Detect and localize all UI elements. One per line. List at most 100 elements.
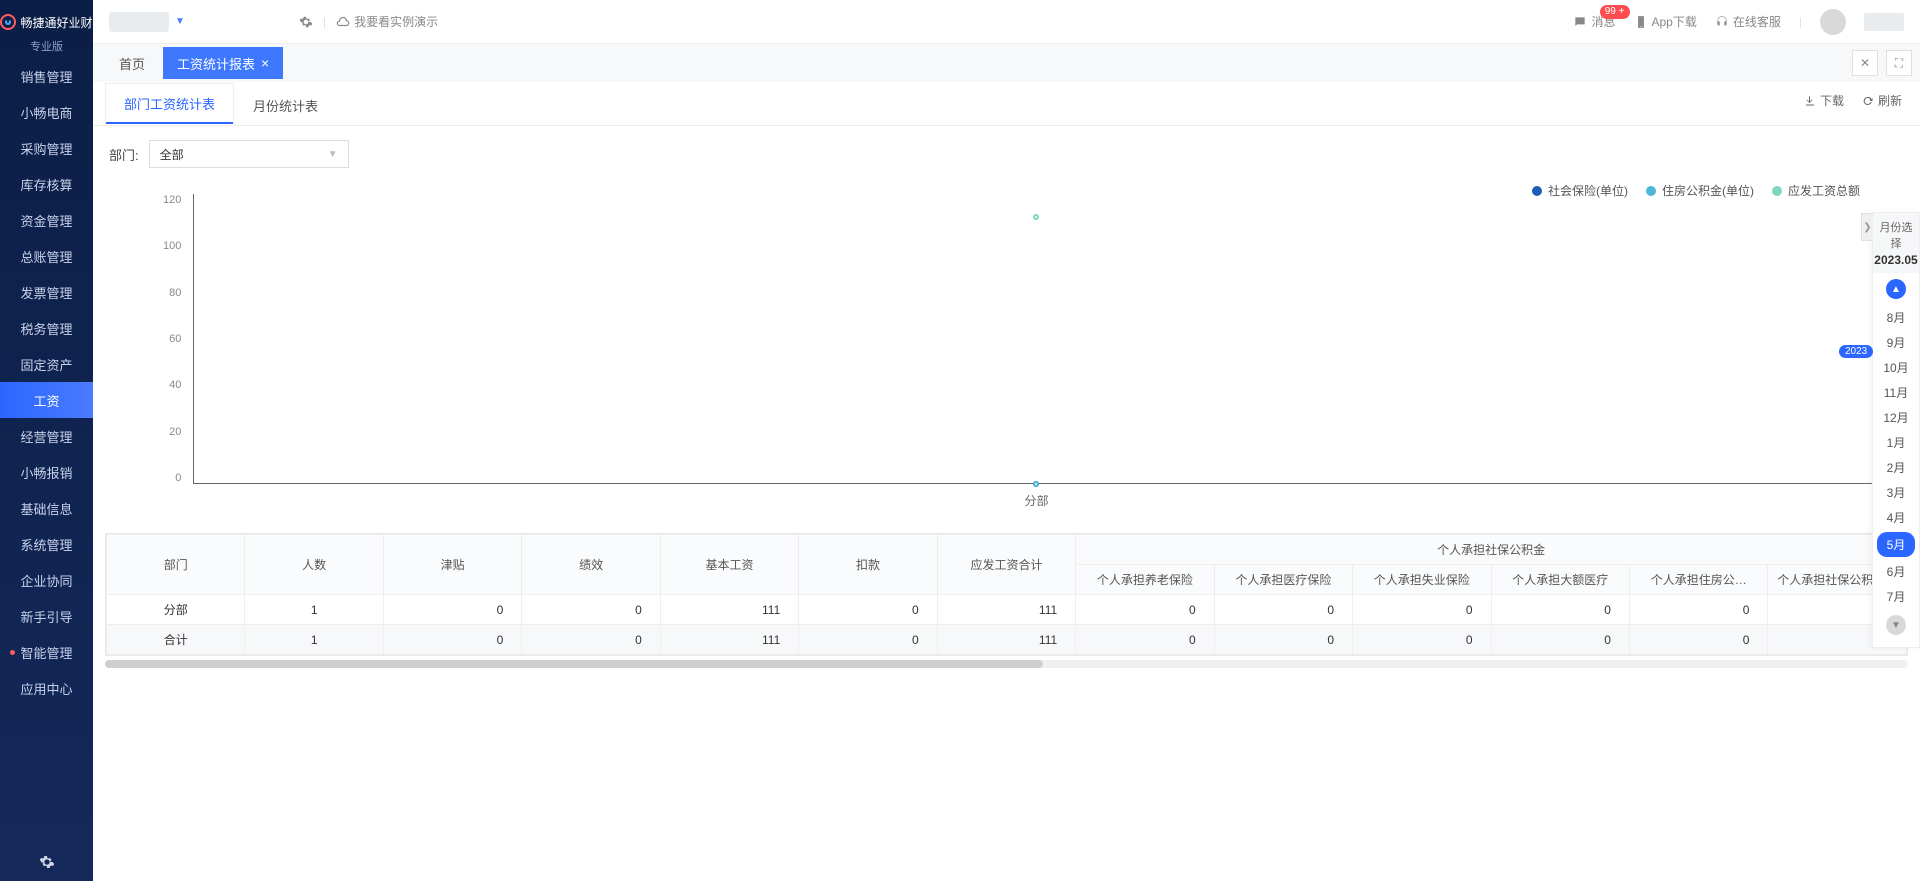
month-option[interactable]: 1月 [1873,430,1919,455]
month-option[interactable]: 11月 [1873,380,1919,405]
month-option[interactable]: 2月 [1873,455,1919,480]
sidebar-item-7[interactable]: 税务管理 [0,310,93,346]
org-settings-button[interactable] [299,15,313,29]
tab-home[interactable]: 首页 [105,47,159,79]
sidebar-menu: 销售管理小畅电商采购管理库存核算资金管理总账管理发票管理税务管理固定资产工资经营… [0,58,93,845]
report-tabs: 部门工资统计表 月份统计表 下载 刷新 [93,82,1920,126]
notification-dot-icon [10,650,15,655]
month-selector-panel: ❯ 月份选择 2023.05 ▲ 8月9月10月11月12月1月2月3月4月5月… [1872,212,1920,648]
month-option[interactable]: 6月 [1873,559,1919,584]
dept-select[interactable]: 全部 ▼ [149,140,349,168]
y-tick: 60 [169,333,181,345]
subcol-3: 个人承担大额医疗 [1491,565,1629,595]
y-tick: 40 [169,379,181,391]
table-row: 分部1001110111000000 [107,595,1907,625]
tab-month-stats[interactable]: 月份统计表 [234,85,337,125]
month-option[interactable]: 12月 [1873,405,1919,430]
sidebar-item-16[interactable]: 智能管理 [0,634,93,670]
sidebar-item-6[interactable]: 发票管理 [0,274,93,310]
y-axis: 120 100 80 60 40 20 0 [163,194,181,484]
month-option[interactable]: 3月 [1873,480,1919,505]
avatar[interactable] [1820,9,1846,35]
gear-icon [39,854,55,873]
month-option[interactable]: 8月 [1873,305,1919,330]
sidebar-item-10[interactable]: 经营管理 [0,418,93,454]
sidebar-item-17[interactable]: 应用中心 [0,670,93,706]
headset-icon [1715,15,1729,29]
mobile-icon [1634,15,1648,29]
month-panel-title: 月份选择 [1873,213,1919,253]
col-payable: 应发工资合计 [937,535,1075,595]
chart: 社会保险(单位)住房公积金(单位)应发工资总额 120100806040200 … [93,182,1920,509]
org-selector[interactable]: ▼ [109,12,289,32]
message-icon [1573,15,1587,29]
col-perf: 绩效 [522,535,660,595]
brand-logo-icon [0,14,16,30]
month-option[interactable]: 7月 [1873,584,1919,609]
dept-filter-label: 部门: [109,145,139,164]
y-tick: 120 [163,194,181,206]
download-icon [1804,95,1816,107]
messages-badge: 99 + [1600,5,1630,19]
sidebar-item-4[interactable]: 资金管理 [0,202,93,238]
sidebar-item-12[interactable]: 基础信息 [0,490,93,526]
close-icon[interactable]: × [261,56,269,70]
app-download-button[interactable]: App下载 [1634,13,1697,30]
sidebar-item-9[interactable]: 工资 [0,382,93,418]
month-option[interactable]: 10月 [1873,355,1919,380]
user-name-masked [1864,13,1904,31]
download-button[interactable]: 下载 [1804,92,1844,109]
refresh-button[interactable]: 刷新 [1862,92,1902,109]
refresh-icon [1862,95,1874,107]
sidebar-item-1[interactable]: 小畅电商 [0,94,93,130]
subcol-4: 个人承担住房公… [1629,565,1767,595]
tab-dept-stats[interactable]: 部门工资统计表 [105,83,234,125]
scrollbar-thumb[interactable] [105,660,1043,668]
year-pill: 2023 [1839,345,1873,358]
sidebar-item-2[interactable]: 采购管理 [0,130,93,166]
table-row: 合计1001110111000000 [107,625,1907,655]
month-panel-selected: 2023.05 [1873,253,1919,273]
demo-link[interactable]: 我要看实例演示 [336,13,438,30]
month-scroll-down-button[interactable]: ▼ [1886,615,1906,635]
sidebar-item-15[interactable]: 新手引导 [0,598,93,634]
col-group: 个人承担社保公积金 [1076,535,1907,565]
gear-icon [299,15,313,29]
y-tick: 20 [169,426,181,438]
y-tick: 100 [163,240,181,252]
month-option[interactable]: 9月 [1873,330,1919,355]
messages-button[interactable]: 消息 99 + [1573,13,1615,30]
sidebar-item-3[interactable]: 库存核算 [0,166,93,202]
fullscreen-button[interactable]: ⛶ [1886,50,1912,76]
page-tabs: 首页 工资统计报表 × ✕ ⛶ [93,44,1920,82]
sidebar-item-13[interactable]: 系统管理 [0,526,93,562]
col-base: 基本工资 [660,535,798,595]
sidebar-item-8[interactable]: 固定资产 [0,346,93,382]
month-option[interactable]: 4月 [1873,505,1919,530]
chevron-down-icon: ▼ [175,16,185,27]
sidebar-item-0[interactable]: 销售管理 [0,58,93,94]
subcol-0: 个人承担养老保险 [1076,565,1214,595]
plot-area [193,194,1880,484]
brand-edition: 专业版 [0,38,93,54]
col-allowance: 津贴 [383,535,521,595]
subcol-2: 个人承担失业保险 [1353,565,1491,595]
collapse-month-panel-button[interactable]: ❯ [1861,213,1873,241]
month-scroll-up-button[interactable]: ▲ [1886,279,1906,299]
data-point [1033,214,1039,220]
y-tick: 0 [175,472,181,484]
close-all-tabs-button[interactable]: ✕ [1852,50,1878,76]
col-count: 人数 [245,535,383,595]
cloud-icon [336,15,350,29]
tab-salary-report[interactable]: 工资统计报表 × [163,47,283,79]
online-service-button[interactable]: 在线客服 [1715,13,1781,30]
y-tick: 80 [169,287,181,299]
sidebar-item-14[interactable]: 企业协同 [0,562,93,598]
col-dept: 部门 [107,535,245,595]
settings-button[interactable] [0,845,93,881]
org-name-masked [109,12,169,32]
month-option[interactable]: 5月 [1877,532,1915,557]
sidebar-item-11[interactable]: 小畅报销 [0,454,93,490]
sidebar-item-5[interactable]: 总账管理 [0,238,93,274]
horizontal-scrollbar[interactable] [105,660,1908,668]
